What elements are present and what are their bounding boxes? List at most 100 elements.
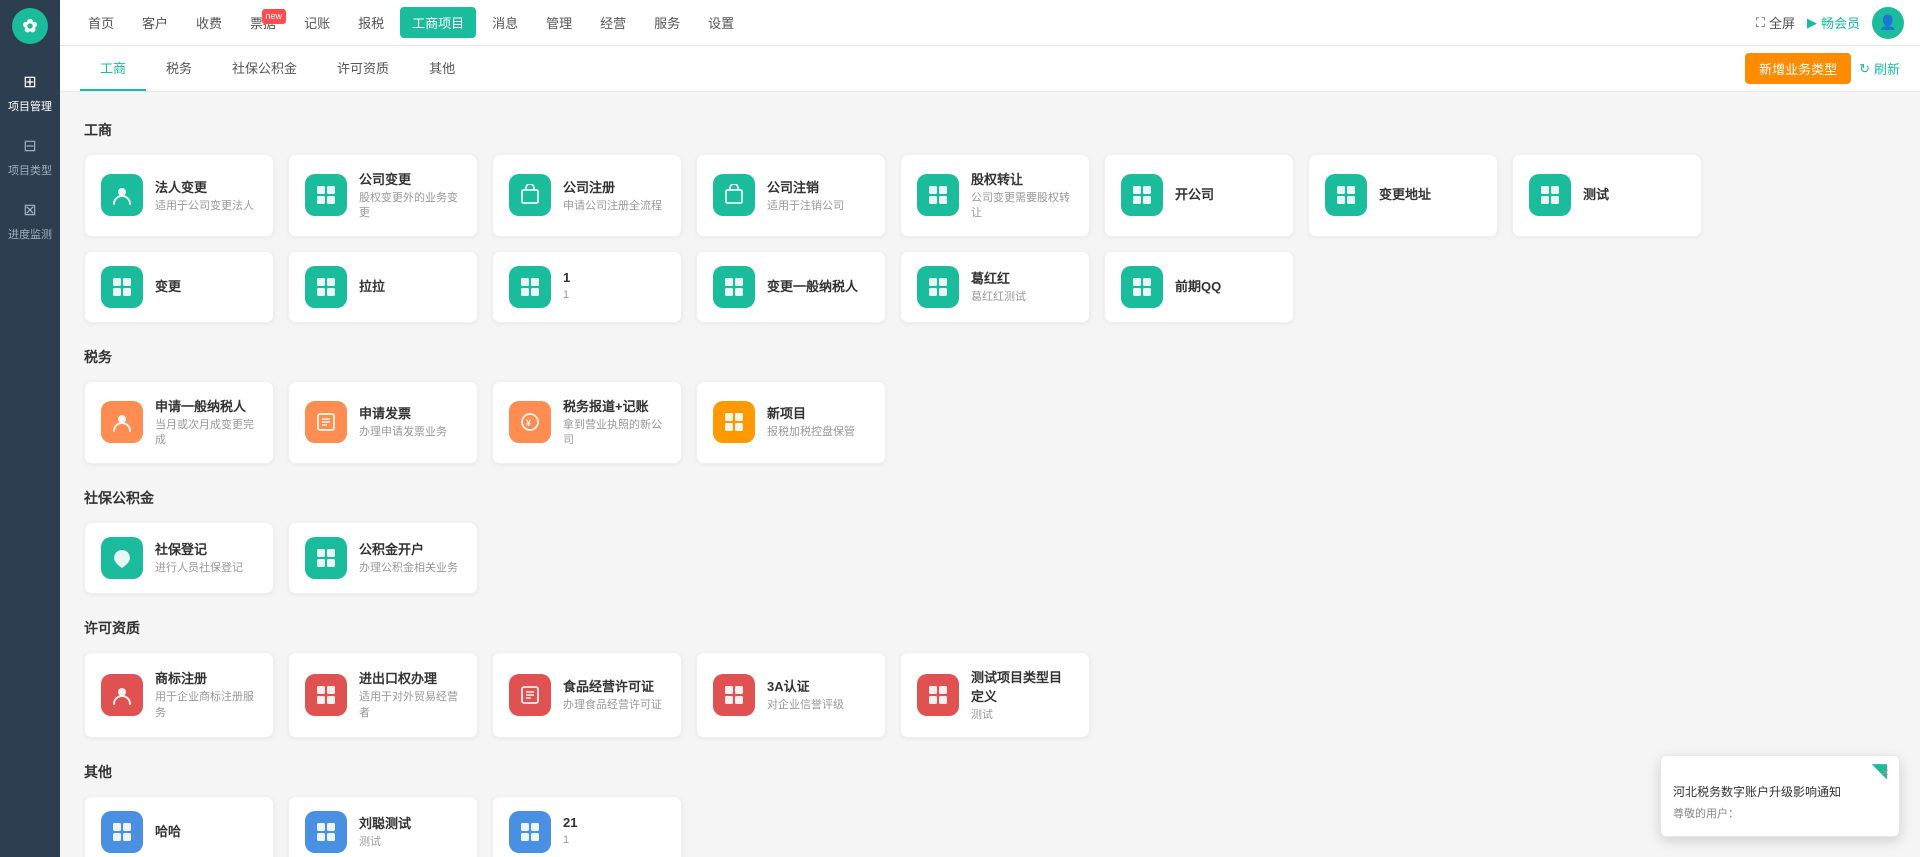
- notification-arrow: ◥: [1673, 758, 1887, 783]
- card-变更[interactable]: 变更: [84, 251, 274, 323]
- nav-item-设置[interactable]: 设置: [696, 7, 746, 38]
- sidebar-item-project-type[interactable]: ⊟ 项目类型: [0, 124, 60, 188]
- tab-税务[interactable]: 税务: [146, 46, 212, 91]
- card-name-label: 税务报道+记账: [563, 396, 665, 415]
- card-name-label: 前期QQ: [1175, 276, 1277, 295]
- fullscreen-button[interactable]: ⛶ 全屏: [1756, 13, 1795, 32]
- card-icon-哈哈: [101, 811, 143, 853]
- card-text-测试: 测试: [1583, 184, 1685, 206]
- card-股权转让[interactable]: 股权转让公司变更需要股权转让: [900, 154, 1090, 237]
- card-text-公司变更: 公司变更股权变更外的业务变更: [359, 169, 461, 222]
- card-公司注册[interactable]: 公司注册申请公司注册全流程: [492, 154, 682, 237]
- nav-item-工商项目[interactable]: 工商项目: [400, 7, 476, 38]
- card-21[interactable]: 211: [492, 796, 682, 857]
- card-拉拉[interactable]: 拉拉: [288, 251, 478, 323]
- nav-item-消息[interactable]: 消息: [480, 7, 530, 38]
- card-text-食品经营许可证: 食品经营许可证办理食品经营许可证: [563, 676, 665, 713]
- cards-grid-许可资质: 商标注册用于企业商标注册服务 进出口权办理适用于对外贸易经营者 食品经营许可证办…: [84, 652, 1896, 738]
- page-content: 工商 法人变更适用于公司变更法人 公司变更股权变更外的业务变更 公司注册申请公司…: [60, 92, 1920, 857]
- card-变更地址[interactable]: 变更地址: [1308, 154, 1498, 237]
- card-开公司[interactable]: 开公司: [1104, 154, 1294, 237]
- card-公司注销[interactable]: 公司注销适用于注销公司: [696, 154, 886, 237]
- card-icon-进出口权办理: [305, 674, 347, 716]
- card-公积金开户[interactable]: 公积金开户办理公积金相关业务: [288, 522, 478, 594]
- sidebar-item-project-manage[interactable]: ⊞ 项目管理: [0, 60, 60, 124]
- card-icon-开公司: [1121, 174, 1163, 216]
- nav-item-服务[interactable]: 服务: [642, 7, 692, 38]
- nav-item-首页[interactable]: 首页: [76, 7, 126, 38]
- refresh-label: 刷新: [1874, 59, 1900, 78]
- sidebar-item-progress-monitor[interactable]: ⊠ 进度监测: [0, 188, 60, 252]
- tab-社保公积金[interactable]: 社保公积金: [212, 46, 317, 91]
- member-label: 畅会员: [1821, 13, 1860, 32]
- card-icon-新项目: [713, 401, 755, 443]
- card-公司变更[interactable]: 公司变更股权变更外的业务变更: [288, 154, 478, 237]
- card-新项目[interactable]: 新项目报税加税控盘保管: [696, 381, 886, 464]
- tab-工商[interactable]: 工商: [80, 46, 146, 91]
- section-title-许可资质: 许可资质: [84, 618, 1896, 638]
- card-食品经营许可证[interactable]: 食品经营许可证办理食品经营许可证: [492, 652, 682, 738]
- card-变更一般纳税人[interactable]: 变更一般纳税人: [696, 251, 886, 323]
- card-name-label: 开公司: [1175, 184, 1277, 203]
- card-desc-label: 当月或次月成变更完成: [155, 418, 257, 449]
- card-text-变更一般纳税人: 变更一般纳税人: [767, 276, 869, 298]
- card-text-变更地址: 变更地址: [1379, 184, 1481, 206]
- project-type-icon: ⊟: [18, 134, 42, 158]
- member-button[interactable]: ▶ 畅会员: [1807, 13, 1860, 32]
- card-text-申请发票: 申请发票办理申请发票业务: [359, 403, 461, 440]
- card-desc-label: 办理食品经营许可证: [563, 698, 665, 713]
- card-desc-label: 进行人员社保登记: [155, 561, 257, 576]
- fullscreen-label: 全屏: [1769, 13, 1795, 32]
- card-name-label: 变更: [155, 276, 257, 295]
- card-icon-变更地址: [1325, 174, 1367, 216]
- card-3A认证[interactable]: 3A认证对企业信誉评级: [696, 652, 886, 738]
- new-type-button[interactable]: 新增业务类型: [1745, 53, 1851, 84]
- notification-close-button[interactable]: ×: [1881, 764, 1889, 780]
- card-申请一般纳税人[interactable]: 申请一般纳税人当月或次月成变更完成: [84, 381, 274, 464]
- sidebar-item-label: 项目管理: [8, 98, 52, 114]
- card-刘聪测试[interactable]: 刘聪测试测试: [288, 796, 478, 857]
- refresh-button[interactable]: ↻ 刷新: [1859, 59, 1900, 78]
- card-测试项目类型目定义[interactable]: 测试项目类型目定义测试: [900, 652, 1090, 738]
- progress-monitor-icon: ⊠: [18, 198, 42, 222]
- card-desc-label: 适用于公司变更法人: [155, 199, 257, 214]
- main-area: 首页客户收费票据new记账报税工商项目消息管理经营服务设置 ⛶ 全屏 ▶ 畅会员…: [60, 0, 1920, 857]
- nav-item-记账[interactable]: 记账: [292, 7, 342, 38]
- card-name-label: 测试: [1583, 184, 1685, 203]
- card-name-label: 公积金开户: [359, 539, 461, 558]
- cards-grid-税务: 申请一般纳税人当月或次月成变更完成 申请发票办理申请发票业务 ¥ 税务报道+记账…: [84, 381, 1896, 464]
- tabs-bar: 工商税务社保公积金许可资质其他 新增业务类型 ↻ 刷新: [60, 46, 1920, 92]
- user-avatar[interactable]: 👤: [1872, 7, 1904, 39]
- card-name-label: 21: [563, 815, 665, 830]
- sidebar-item-label: 项目类型: [8, 162, 52, 178]
- card-申请发票[interactable]: 申请发票办理申请发票业务: [288, 381, 478, 464]
- card-icon-21: [509, 811, 551, 853]
- card-税务报道+记账[interactable]: ¥ 税务报道+记账拿到营业执照的新公司: [492, 381, 682, 464]
- card-葛红红[interactable]: 葛红红葛红红测试: [900, 251, 1090, 323]
- fullscreen-icon: ⛶: [1756, 15, 1765, 31]
- nav-item-收费[interactable]: 收费: [184, 7, 234, 38]
- card-icon-公司注册: [509, 174, 551, 216]
- card-icon-社保登记: [101, 537, 143, 579]
- card-name-label: 变更一般纳税人: [767, 276, 869, 295]
- card-icon-股权转让: [917, 174, 959, 216]
- card-进出口权办理[interactable]: 进出口权办理适用于对外贸易经营者: [288, 652, 478, 738]
- tab-其他[interactable]: 其他: [409, 46, 475, 91]
- card-哈哈[interactable]: 哈哈: [84, 796, 274, 857]
- card-text-进出口权办理: 进出口权办理适用于对外贸易经营者: [359, 668, 461, 721]
- nav-item-客户[interactable]: 客户: [130, 7, 180, 38]
- nav-item-报税[interactable]: 报税: [346, 7, 396, 38]
- card-前期QQ[interactable]: 前期QQ: [1104, 251, 1294, 323]
- nav-item-经营[interactable]: 经营: [588, 7, 638, 38]
- card-商标注册[interactable]: 商标注册用于企业商标注册服务: [84, 652, 274, 738]
- tab-许可资质[interactable]: 许可资质: [317, 46, 409, 91]
- card-社保登记[interactable]: 社保登记进行人员社保登记: [84, 522, 274, 594]
- card-desc-label: 测试: [359, 835, 461, 850]
- card-测试[interactable]: 测试: [1512, 154, 1702, 237]
- nav-item-管理[interactable]: 管理: [534, 7, 584, 38]
- card-法人变更[interactable]: 法人变更适用于公司变更法人: [84, 154, 274, 237]
- card-text-法人变更: 法人变更适用于公司变更法人: [155, 177, 257, 214]
- card-1[interactable]: 11: [492, 251, 682, 323]
- nav-item-票据[interactable]: 票据new: [238, 7, 288, 38]
- card-icon-申请发票: [305, 401, 347, 443]
